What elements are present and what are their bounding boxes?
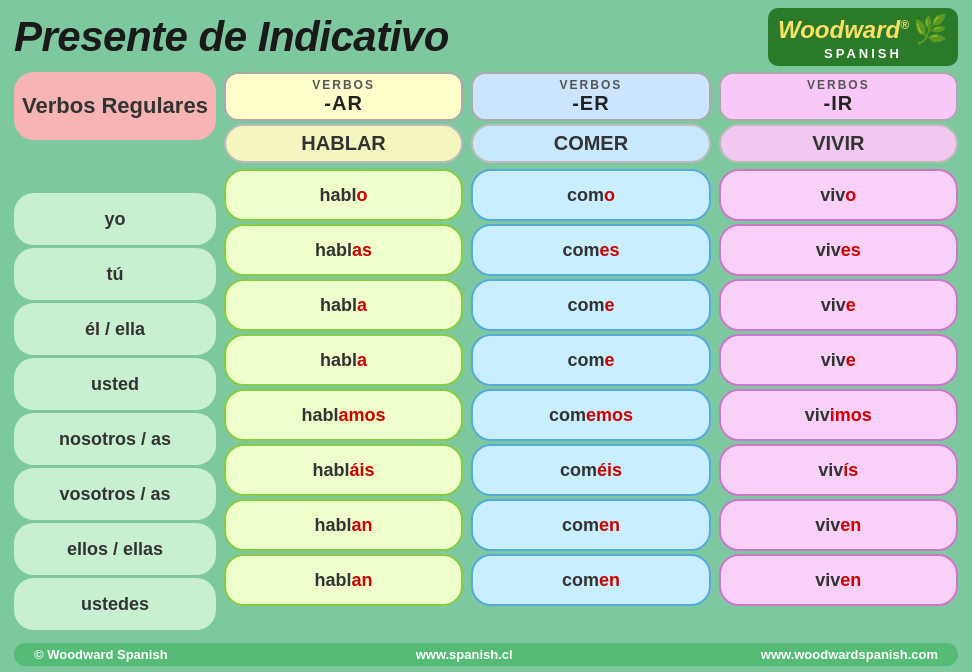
er-verb-name: COMER xyxy=(471,124,710,163)
er-nosotros: comemos xyxy=(471,389,710,441)
ir-usted: vive xyxy=(719,334,958,386)
pronoun-tu: tú xyxy=(14,248,216,300)
er-ustedes: comen xyxy=(471,554,710,606)
er-ellos: comen xyxy=(471,499,710,551)
header: Presente de Indicativo Woodward® 🌿 SPANI… xyxy=(14,8,958,66)
ar-header: VERBOS -AR xyxy=(224,72,463,121)
ir-ending-label: -IR xyxy=(823,92,853,115)
ir-nosotros: vivimos xyxy=(719,389,958,441)
ar-ending-label: -AR xyxy=(324,92,363,115)
pronoun-el-ella: él / ella xyxy=(14,303,216,355)
verb-column-er: VERBOS -ER COMER como comes come come co… xyxy=(471,72,710,637)
pronoun-ellos: ellos / ellas xyxy=(14,523,216,575)
verb-column-ar: VERBOS -AR HABLAR hablo hablas habla hab… xyxy=(224,72,463,637)
ir-vosotros: vivís xyxy=(719,444,958,496)
ir-ellos: viven xyxy=(719,499,958,551)
logo-subtitle: SPANISH xyxy=(824,46,902,61)
ar-vosotros: habláis xyxy=(224,444,463,496)
ir-verb-name: VIVIR xyxy=(719,124,958,163)
ir-header: VERBOS -IR xyxy=(719,72,958,121)
ir-tu: vives xyxy=(719,224,958,276)
verbos-regulares-header: Verbos Regulares xyxy=(14,72,216,140)
verb-column-ir: VERBOS -IR VIVIR vivo vives vive vive vi… xyxy=(719,72,958,637)
ar-el: habla xyxy=(224,279,463,331)
footer-website1: www.spanish.cl xyxy=(416,647,513,662)
ar-nosotros: hablamos xyxy=(224,389,463,441)
logo-box: Woodward® 🌿 SPANISH xyxy=(768,8,958,66)
pronoun-ustedes: ustedes xyxy=(14,578,216,630)
footer: © Woodward Spanish www.spanish.cl www.wo… xyxy=(14,643,958,666)
pronoun-nosotros: nosotros / as xyxy=(14,413,216,465)
ir-ustedes: viven xyxy=(719,554,958,606)
ir-yo: vivo xyxy=(719,169,958,221)
pronoun-vosotros: vosotros / as xyxy=(14,468,216,520)
er-usted: come xyxy=(471,334,710,386)
er-el: come xyxy=(471,279,710,331)
main-container: Presente de Indicativo Woodward® 🌿 SPANI… xyxy=(0,0,972,672)
er-vosotros: coméis xyxy=(471,444,710,496)
footer-copyright: © Woodward Spanish xyxy=(34,647,168,662)
pronoun-spacer xyxy=(14,146,216,190)
er-yo: como xyxy=(471,169,710,221)
footer-website2: www.woodwardspanish.com xyxy=(761,647,938,662)
ar-verb-name: HABLAR xyxy=(224,124,463,163)
er-tu: comes xyxy=(471,224,710,276)
ar-usted: habla xyxy=(224,334,463,386)
logo-inner: Woodward® 🌿 xyxy=(778,13,948,46)
logo-brand: Woodward® xyxy=(778,16,909,44)
pronoun-yo: yo xyxy=(14,193,216,245)
ir-el: vive xyxy=(719,279,958,331)
table-area: Verbos Regulares yo tú él / ella usted n… xyxy=(14,72,958,637)
ar-yo: hablo xyxy=(224,169,463,221)
pronoun-column: Verbos Regulares yo tú él / ella usted n… xyxy=(14,72,216,637)
er-header: VERBOS -ER xyxy=(471,72,710,121)
ar-tu: hablas xyxy=(224,224,463,276)
ar-ellos: hablan xyxy=(224,499,463,551)
er-ending-label: -ER xyxy=(572,92,609,115)
pronoun-usted: usted xyxy=(14,358,216,410)
leaf-icon: 🌿 xyxy=(913,13,948,46)
page-title: Presente de Indicativo xyxy=(14,13,449,61)
ar-type-label: VERBOS xyxy=(312,78,375,92)
er-type-label: VERBOS xyxy=(560,78,623,92)
ir-type-label: VERBOS xyxy=(807,78,870,92)
ar-ustedes: hablan xyxy=(224,554,463,606)
